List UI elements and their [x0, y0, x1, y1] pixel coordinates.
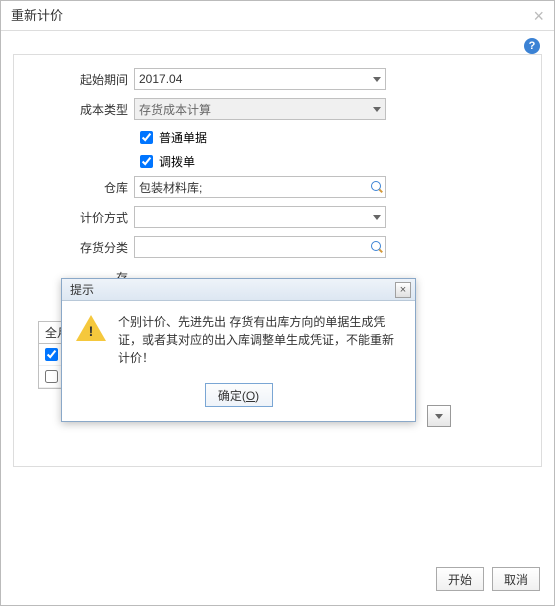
- cost-type-dropdown-button[interactable]: [368, 99, 385, 119]
- expand-button[interactable]: [427, 405, 451, 427]
- price-method-input[interactable]: [135, 207, 368, 227]
- search-icon: [371, 241, 383, 253]
- start-period-field[interactable]: [134, 68, 386, 90]
- transfer-doc-checkbox[interactable]: [140, 155, 153, 168]
- dialog-footer: 开始 取消: [436, 567, 540, 591]
- help-icon[interactable]: ?: [524, 38, 540, 54]
- modal-close-button[interactable]: ×: [395, 282, 411, 298]
- alert-modal: 提示 × 个别计价、先进先出 存货有出库方向的单据生成凭证，或者其对应的出入库调…: [61, 278, 416, 422]
- row-transfer-doc: 调拨单: [140, 149, 541, 173]
- dialog-titlebar: 重新计价 ×: [1, 1, 554, 31]
- warehouse-lookup-button[interactable]: [368, 177, 385, 197]
- grid-row-checkbox[interactable]: [45, 348, 58, 361]
- price-method-dropdown-button[interactable]: [368, 207, 385, 227]
- cost-type-field: [134, 98, 386, 120]
- cost-type-label: 成本类型: [14, 101, 134, 118]
- search-icon: [371, 181, 383, 193]
- cancel-button[interactable]: 取消: [492, 567, 540, 591]
- modal-message: 个别计价、先进先出 存货有出库方向的单据生成凭证，或者其对应的出入库调整单生成凭…: [118, 313, 401, 367]
- dialog-title: 重新计价: [11, 1, 63, 31]
- chevron-down-icon: [373, 107, 381, 112]
- row-warehouse: 仓库: [14, 173, 541, 201]
- normal-doc-checkbox[interactable]: [140, 131, 153, 144]
- price-method-label: 计价方式: [14, 209, 134, 226]
- warehouse-input[interactable]: [135, 177, 368, 197]
- start-button[interactable]: 开始: [436, 567, 484, 591]
- ok-label: 确定: [218, 389, 242, 403]
- warehouse-field[interactable]: [134, 176, 386, 198]
- row-start-period: 起始期间: [14, 65, 541, 93]
- start-period-dropdown-button[interactable]: [368, 69, 385, 89]
- price-method-field[interactable]: [134, 206, 386, 228]
- warning-icon: [76, 315, 108, 347]
- ok-key: O: [246, 389, 255, 403]
- row-cost-type: 成本类型: [14, 95, 541, 123]
- modal-body: 个别计价、先进先出 存货有出库方向的单据生成凭证，或者其对应的出入库调整单生成凭…: [62, 301, 415, 375]
- row-price-method: 计价方式: [14, 203, 541, 231]
- chevron-down-icon: [435, 414, 443, 419]
- modal-titlebar: 提示 ×: [62, 279, 415, 301]
- transfer-doc-label: 调拨单: [159, 153, 195, 170]
- row-normal-doc: 普通单据: [140, 125, 541, 149]
- inv-class-field[interactable]: [134, 236, 386, 258]
- inv-class-label: 存货分类: [14, 239, 134, 256]
- normal-doc-label: 普通单据: [159, 129, 207, 146]
- cost-type-input: [135, 99, 368, 119]
- chevron-down-icon: [373, 77, 381, 82]
- modal-title: 提示: [66, 281, 94, 298]
- row-inv-class: 存货分类: [14, 233, 541, 261]
- dialog-close-button[interactable]: ×: [533, 1, 544, 31]
- inv-class-input[interactable]: [135, 237, 368, 257]
- grid-row-checkbox[interactable]: [45, 370, 58, 383]
- ok-button[interactable]: 确定(O): [205, 383, 273, 407]
- dialog-body: ? 起始期间 成本类型 普通单据: [1, 32, 554, 605]
- warehouse-label: 仓库: [14, 179, 134, 196]
- inv-class-lookup-button[interactable]: [368, 237, 385, 257]
- start-period-label: 起始期间: [14, 71, 134, 88]
- reprice-dialog: 重新计价 × ? 起始期间 成本类型 普通单据: [0, 0, 555, 606]
- chevron-down-icon: [373, 215, 381, 220]
- start-period-input[interactable]: [135, 69, 368, 89]
- modal-footer: 确定(O): [62, 375, 415, 421]
